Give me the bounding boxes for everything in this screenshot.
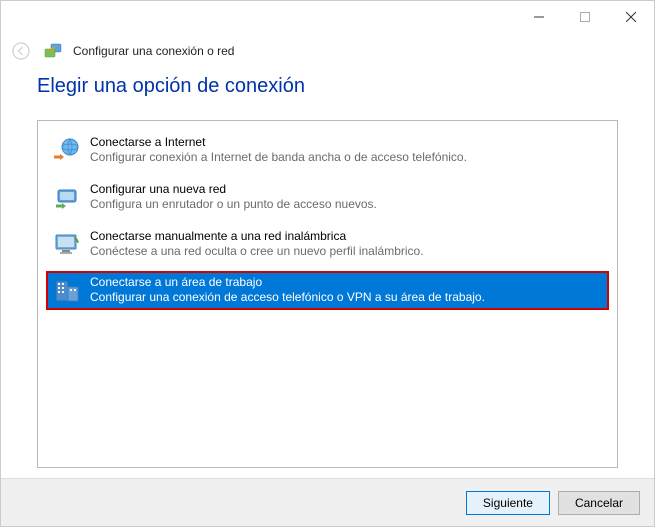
option-desc: Configura un enrutador o un punto de acc… bbox=[90, 196, 377, 213]
globe-network-icon bbox=[52, 137, 82, 165]
option-title: Conectarse a un área de trabajo bbox=[90, 275, 485, 289]
back-button bbox=[9, 39, 33, 63]
option-desc: Configurar conexión a Internet de banda … bbox=[90, 149, 467, 166]
option-text: Conectarse a un área de trabajo Configur… bbox=[90, 275, 485, 306]
next-button[interactable]: Siguiente bbox=[466, 491, 550, 515]
content-area: Elegir una opción de conexión Conectarse… bbox=[1, 69, 654, 478]
close-button[interactable] bbox=[608, 1, 654, 33]
option-desc: Conéctese a una red oculta o cree un nue… bbox=[90, 243, 424, 260]
option-text: Configurar una nueva red Configura un en… bbox=[90, 182, 377, 213]
breadcrumb: Configurar una conexión o red bbox=[73, 44, 234, 58]
option-title: Conectarse manualmente a una red inalámb… bbox=[90, 229, 424, 243]
option-desc: Configurar una conexión de acceso telefó… bbox=[90, 289, 485, 306]
maximize-button bbox=[562, 1, 608, 33]
router-icon bbox=[52, 184, 82, 212]
options-list: Conectarse a Internet Configurar conexió… bbox=[37, 120, 618, 468]
option-workplace[interactable]: Conectarse a un área de trabajo Configur… bbox=[46, 271, 609, 310]
option-title: Configurar una nueva red bbox=[90, 182, 377, 196]
option-wireless-manual[interactable]: Conectarse manualmente a una red inalámb… bbox=[46, 225, 609, 264]
option-text: Conectarse a Internet Configurar conexió… bbox=[90, 135, 467, 166]
cancel-button[interactable]: Cancelar bbox=[558, 491, 640, 515]
header-row: Configurar una conexión o red bbox=[1, 33, 654, 69]
wizard-window: Configurar una conexión o red Elegir una… bbox=[0, 0, 655, 527]
footer: Siguiente Cancelar bbox=[1, 478, 654, 526]
monitor-wifi-icon bbox=[52, 231, 82, 259]
network-wizard-icon bbox=[43, 42, 63, 60]
option-connect-internet[interactable]: Conectarse a Internet Configurar conexió… bbox=[46, 131, 609, 170]
page-title: Elegir una opción de conexión bbox=[37, 75, 618, 98]
option-new-network[interactable]: Configurar una nueva red Configura un en… bbox=[46, 178, 609, 217]
option-text: Conectarse manualmente a una red inalámb… bbox=[90, 229, 424, 260]
building-network-icon bbox=[52, 277, 82, 305]
option-title: Conectarse a Internet bbox=[90, 135, 467, 149]
titlebar bbox=[1, 1, 654, 33]
minimize-button[interactable] bbox=[516, 1, 562, 33]
